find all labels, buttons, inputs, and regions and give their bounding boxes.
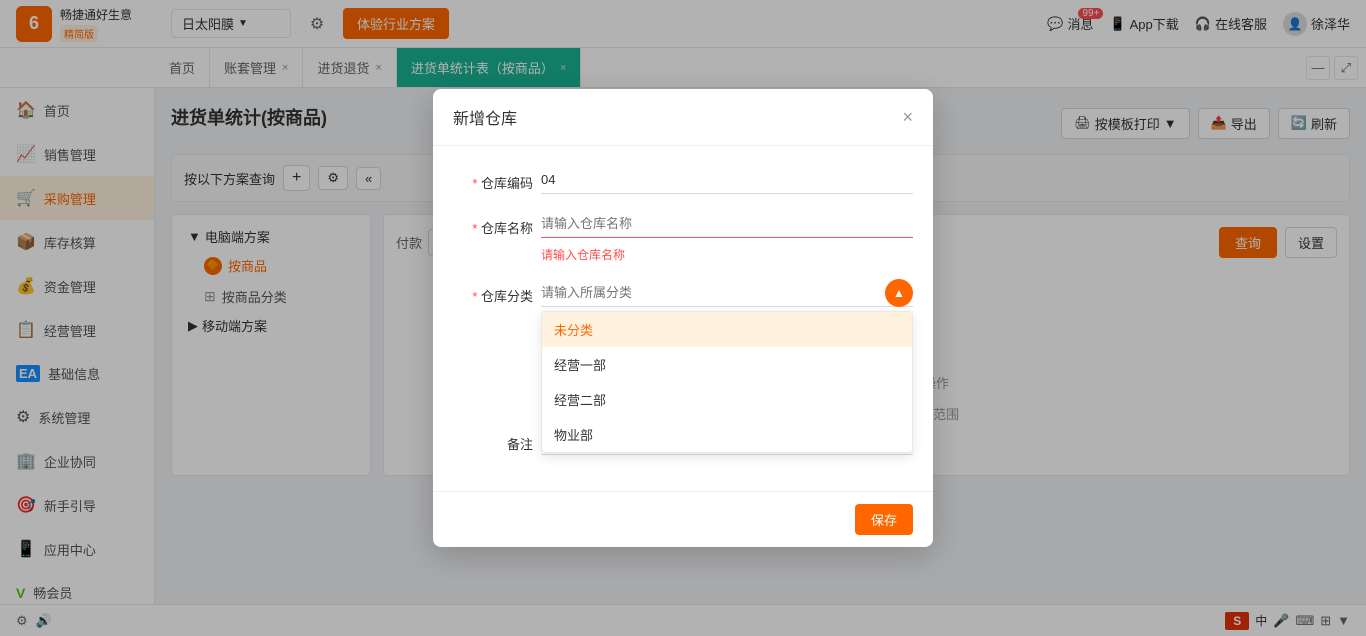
add-warehouse-modal: 新增仓库 × 仓库编码 仓库名称 请输入仓库名称 [433,89,933,547]
name-input[interactable] [541,210,913,238]
name-field-row: 仓库名称 请输入仓库名称 [453,210,913,263]
category-dropdown: 未分类 经营一部 经营二部 物业部 [541,311,913,453]
modal-header: 新增仓库 × [433,89,933,146]
modal-close-btn[interactable]: × [902,108,913,126]
category-toggle-btn[interactable]: ▲ [885,279,913,307]
code-input[interactable] [541,166,913,194]
save-btn[interactable]: 保存 [855,504,913,535]
code-label: 仓库编码 [453,166,533,192]
category-input-wrapper: ▲ 未分类 经营一部 经营二部 物业部 [541,279,913,307]
category-field-row: 仓库分类 ▲ 未分类 经营一部 经营二部 物业部 [453,279,913,307]
dropdown-item-property[interactable]: 物业部 [542,417,912,452]
modal-body: 仓库编码 仓库名称 请输入仓库名称 仓库分类 [433,146,933,491]
category-label: 仓库分类 [453,279,533,305]
category-input[interactable] [541,279,913,307]
name-error-msg: 请输入仓库名称 [541,248,625,262]
modal-footer: 保存 [433,491,933,547]
chevron-up-icon: ▲ [893,286,905,300]
modal-title: 新增仓库 [453,105,517,129]
modal-overlay: 新增仓库 × 仓库编码 仓库名称 请输入仓库名称 [0,0,1366,636]
dropdown-item-dept2[interactable]: 经营二部 [542,382,912,417]
dropdown-item-unclassified[interactable]: 未分类 [542,312,912,347]
name-label: 仓库名称 [453,211,533,237]
notes-label: 备注 [453,427,533,453]
code-field-row: 仓库编码 [453,166,913,194]
dropdown-item-dept1[interactable]: 经营一部 [542,347,912,382]
